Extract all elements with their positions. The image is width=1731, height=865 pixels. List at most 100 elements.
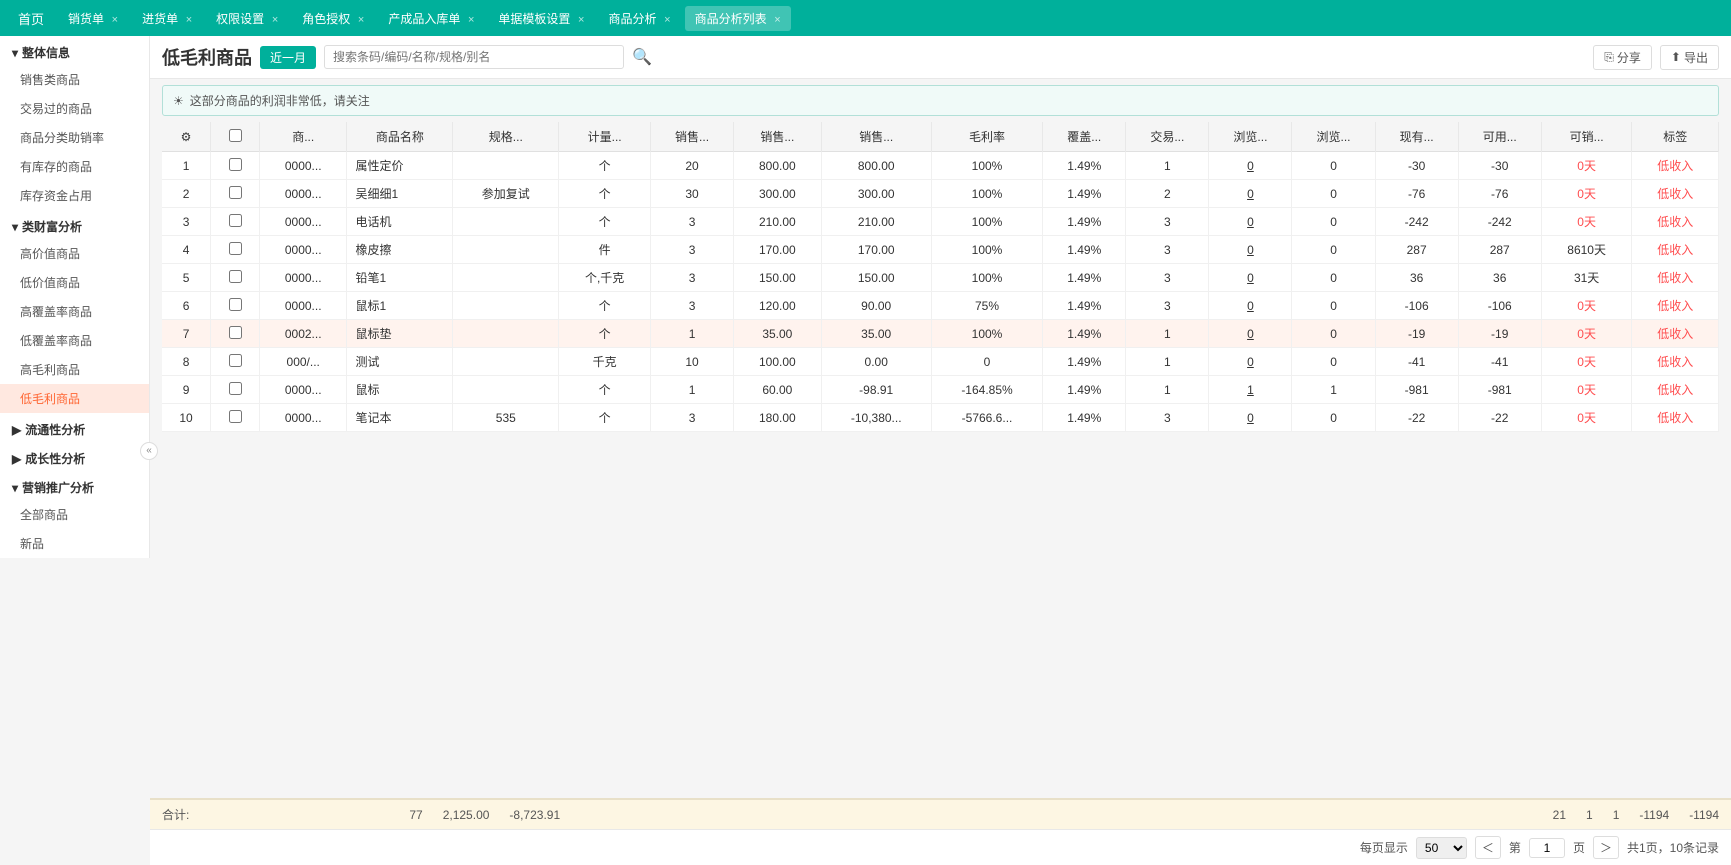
nav-item-purchase[interactable]: 进货单 ×	[132, 6, 202, 31]
sidebar-item-all-goods[interactable]: 全部商品	[0, 500, 149, 529]
next-page-button[interactable]: ＞	[1593, 836, 1619, 859]
row-trade: 1	[1126, 152, 1209, 180]
row-trade: 3	[1126, 404, 1209, 432]
close-icon[interactable]: ×	[578, 14, 584, 26]
row-trade: 1	[1126, 320, 1209, 348]
export-button[interactable]: ⬆ 导出	[1660, 45, 1719, 70]
row-gross-rate: -164.85%	[931, 376, 1042, 404]
row-spec	[453, 236, 559, 264]
nav-item-analysis-list[interactable]: 商品分析列表 ×	[685, 6, 791, 31]
row-browse2: 0	[1292, 320, 1375, 348]
row-checkbox[interactable]	[211, 264, 260, 292]
row-sales2: 35.00	[734, 320, 821, 348]
row-saleable: 0天	[1541, 404, 1632, 432]
nav-item-product-entry[interactable]: 产成品入库单 ×	[378, 6, 484, 31]
prev-page-button[interactable]: ＜	[1475, 836, 1501, 859]
per-page-select[interactable]: 50 20 100	[1416, 837, 1467, 859]
row-checkbox[interactable]	[211, 376, 260, 404]
row-browse1[interactable]: 0	[1209, 404, 1292, 432]
close-icon[interactable]: ×	[186, 14, 192, 26]
sidebar-group-wealth[interactable]: ▾ 类财富分析	[0, 210, 149, 239]
row-checkbox[interactable]	[211, 152, 260, 180]
row-coverage: 1.49%	[1043, 236, 1126, 264]
sidebar-item-low-coverage[interactable]: 低覆盖率商品	[0, 326, 149, 355]
nav-item-permission[interactable]: 权限设置 ×	[206, 6, 288, 31]
close-icon[interactable]: ×	[112, 14, 118, 26]
nav-item-role[interactable]: 角色授权 ×	[292, 6, 374, 31]
close-icon[interactable]: ×	[358, 14, 364, 26]
row-unit: 个	[559, 404, 651, 432]
row-browse2: 0	[1292, 264, 1375, 292]
col-available-header: 可用...	[1458, 122, 1541, 152]
row-checkbox[interactable]	[211, 404, 260, 432]
nav-item-template[interactable]: 单据模板设置 ×	[488, 6, 594, 31]
row-sales1: 30	[651, 180, 734, 208]
sidebar-item-category-rate[interactable]: 商品分类助销率	[0, 123, 149, 152]
header-actions: ⎘ 分享 ⬆ 导出	[1593, 45, 1719, 70]
sidebar-group-flow[interactable]: ▶ 流通性分析	[0, 413, 149, 442]
row-browse1[interactable]: 0	[1209, 320, 1292, 348]
row-browse1[interactable]: 0	[1209, 348, 1292, 376]
row-browse1[interactable]: 1	[1209, 376, 1292, 404]
nav-item-sales[interactable]: 销货单 ×	[58, 6, 128, 31]
row-checkbox[interactable]	[211, 236, 260, 264]
sidebar-item-low-gross[interactable]: 低毛利商品	[0, 384, 149, 413]
sidebar-item-in-stock[interactable]: 有库存的商品	[0, 152, 149, 181]
row-saleable: 31天	[1541, 264, 1632, 292]
close-icon[interactable]: ×	[774, 14, 780, 26]
share-button[interactable]: ⎘ 分享	[1593, 45, 1652, 70]
row-spec	[453, 152, 559, 180]
close-icon[interactable]: ×	[468, 14, 474, 26]
row-sales1: 3	[651, 292, 734, 320]
row-browse1[interactable]: 0	[1209, 180, 1292, 208]
sidebar-collapse-button[interactable]: «	[140, 442, 158, 460]
table-row: 8 000/... 测试 千克 10 100.00 0.00 0 1.49% 1…	[162, 348, 1719, 376]
page-number-input[interactable]	[1529, 838, 1565, 858]
sidebar-item-low-value[interactable]: 低价值商品	[0, 268, 149, 297]
sidebar-wrapper: ▾ 整体信息 销售类商品 交易过的商品 商品分类助销率 有库存的商品 库存资金占…	[0, 36, 150, 865]
row-num: 3	[162, 208, 211, 236]
row-tag: 低收入	[1632, 292, 1719, 320]
row-gross-rate: 100%	[931, 264, 1042, 292]
period-button[interactable]: 近一月	[260, 46, 316, 69]
close-icon[interactable]: ×	[272, 14, 278, 26]
row-checkbox[interactable]	[211, 208, 260, 236]
row-browse1[interactable]: 0	[1209, 264, 1292, 292]
row-checkbox[interactable]	[211, 292, 260, 320]
data-table: ⚙ 商... 商品名称 规格... 计量... 销售... 销售... 销售..…	[162, 122, 1719, 432]
row-browse2: 0	[1292, 348, 1375, 376]
page-unit: 页	[1573, 839, 1585, 856]
col-settings[interactable]: ⚙	[162, 122, 211, 152]
sidebar-group-growth[interactable]: ▶ 成长性分析	[0, 442, 149, 471]
sidebar-item-high-gross[interactable]: 高毛利商品	[0, 355, 149, 384]
col-checkbox-all[interactable]	[211, 122, 260, 152]
nav-item-home[interactable]: 首页	[8, 5, 54, 32]
row-available: -22	[1458, 404, 1541, 432]
sidebar-group-overall[interactable]: ▾ 整体信息	[0, 36, 149, 65]
sidebar-item-traded-goods[interactable]: 交易过的商品	[0, 94, 149, 123]
row-browse1[interactable]: 0	[1209, 152, 1292, 180]
nav-item-product-analysis[interactable]: 商品分析 ×	[598, 6, 680, 31]
row-trade: 1	[1126, 376, 1209, 404]
main-content: 低毛利商品 近一月 🔍 ⎘ 分享 ⬆ 导出 ☀ 这部分商品的利润非常低，请关注	[150, 36, 1731, 865]
close-icon[interactable]: ×	[664, 14, 670, 26]
row-browse1[interactable]: 0	[1209, 236, 1292, 264]
row-browse1[interactable]: 0	[1209, 208, 1292, 236]
row-tag: 低收入	[1632, 404, 1719, 432]
row-browse1[interactable]: 0	[1209, 292, 1292, 320]
search-input[interactable]	[324, 45, 624, 69]
row-saleable: 0天	[1541, 348, 1632, 376]
sidebar-item-high-coverage[interactable]: 高覆盖率商品	[0, 297, 149, 326]
col-code-header[interactable]: 商...	[259, 122, 346, 152]
select-all-checkbox[interactable]	[229, 129, 242, 142]
sidebar-item-new-goods[interactable]: 新品	[0, 529, 149, 558]
sidebar-item-stock-capital[interactable]: 库存资金占用	[0, 181, 149, 210]
row-checkbox[interactable]	[211, 348, 260, 376]
sidebar-item-high-value[interactable]: 高价值商品	[0, 239, 149, 268]
row-checkbox[interactable]	[211, 320, 260, 348]
sidebar-item-sales-goods[interactable]: 销售类商品	[0, 65, 149, 94]
row-sales3: -98.91	[821, 376, 931, 404]
row-checkbox[interactable]	[211, 180, 260, 208]
sidebar-group-marketing[interactable]: ▾ 营销推广分析	[0, 471, 149, 500]
search-icon-button[interactable]: 🔍	[632, 47, 652, 67]
